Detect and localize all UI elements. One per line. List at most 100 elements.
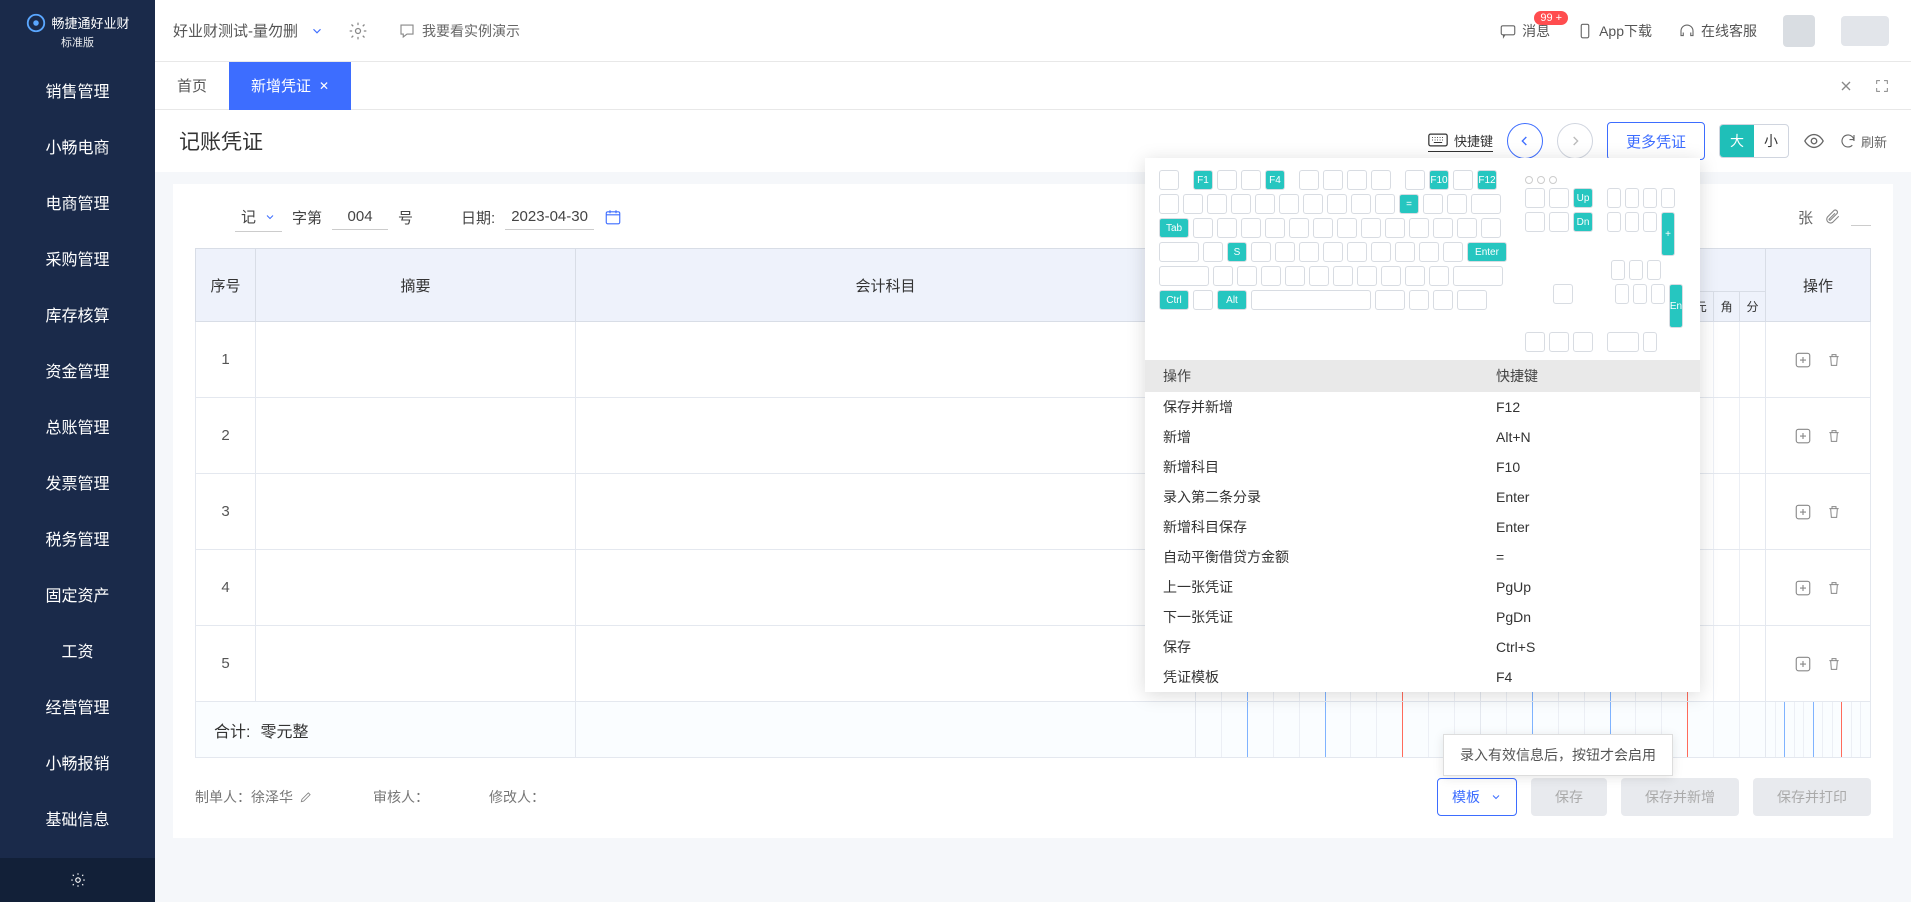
delete-row-icon[interactable] bbox=[1826, 503, 1842, 521]
sidebar-item-6[interactable]: 总账管理 bbox=[0, 398, 155, 454]
attachment-icon[interactable] bbox=[1823, 208, 1841, 226]
delete-row-icon[interactable] bbox=[1826, 351, 1842, 369]
sidebar-item-1[interactable]: 小畅电商 bbox=[0, 118, 155, 174]
chevron-down-icon bbox=[310, 24, 324, 38]
summary-cell[interactable] bbox=[256, 550, 576, 626]
calendar-icon[interactable] bbox=[604, 208, 622, 226]
shortcut-op: 凭证模板 bbox=[1145, 662, 1478, 692]
account-cell[interactable] bbox=[576, 550, 1196, 626]
messages-button[interactable]: 消息 99 + bbox=[1499, 21, 1550, 41]
speech-icon bbox=[398, 22, 416, 40]
summary-cell[interactable] bbox=[256, 474, 576, 550]
sidebar-item-9[interactable]: 固定资产 bbox=[0, 566, 155, 622]
shortcut-key: Enter bbox=[1478, 512, 1700, 542]
more-vouchers-button[interactable]: 更多凭证 bbox=[1607, 122, 1705, 160]
tab-close-icon[interactable]: ✕ bbox=[319, 79, 329, 93]
account-cell[interactable] bbox=[576, 474, 1196, 550]
settings-gear[interactable] bbox=[348, 21, 368, 41]
shortcut-panel: F1F4 F10F12 = Tab SEnter CtrlAlt bbox=[1145, 158, 1700, 692]
size-toggle[interactable]: 大 小 bbox=[1719, 124, 1789, 158]
sidebar-item-8[interactable]: 税务管理 bbox=[0, 510, 155, 566]
sidebar-item-10[interactable]: 工资 bbox=[0, 622, 155, 678]
summary-cell[interactable] bbox=[256, 398, 576, 474]
sidebar-item-11[interactable]: 经营管理 bbox=[0, 678, 155, 734]
shortcut-op: 保存并新增 bbox=[1145, 392, 1478, 422]
sidebar-item-7[interactable]: 发票管理 bbox=[0, 454, 155, 510]
add-row-icon[interactable] bbox=[1794, 579, 1812, 597]
customer-service-button[interactable]: 在线客服 bbox=[1678, 21, 1757, 41]
add-row-icon[interactable] bbox=[1794, 503, 1812, 521]
summary-cell[interactable] bbox=[256, 322, 576, 398]
sidebar-item-2[interactable]: 电商管理 bbox=[0, 174, 155, 230]
prev-voucher-button[interactable] bbox=[1507, 123, 1543, 159]
tab-close-all[interactable] bbox=[1835, 75, 1857, 97]
edit-icon[interactable] bbox=[299, 790, 313, 804]
refresh-button[interactable]: 刷新 bbox=[1839, 132, 1887, 151]
shortcut-row: 下一张凭证PgDn bbox=[1145, 602, 1700, 632]
tab-new-voucher[interactable]: 新增凭证 ✕ bbox=[229, 62, 351, 110]
sidebar-item-12[interactable]: 小畅报销 bbox=[0, 734, 155, 790]
shortcut-op: 保存 bbox=[1145, 632, 1478, 662]
next-voucher-button[interactable] bbox=[1557, 123, 1593, 159]
add-row-icon[interactable] bbox=[1794, 655, 1812, 673]
gear-icon bbox=[69, 871, 87, 889]
page-title: 记账凭证 bbox=[179, 126, 263, 156]
tab-fullscreen[interactable] bbox=[1871, 75, 1893, 97]
shortcut-key: Alt+N bbox=[1478, 422, 1700, 452]
sheet-label: 张 bbox=[1798, 207, 1813, 228]
tab-new-voucher-label: 新增凭证 bbox=[251, 75, 311, 96]
template-button[interactable]: 模板 bbox=[1437, 778, 1517, 816]
voucher-type-value: 记 bbox=[241, 206, 256, 227]
voucher-type-select[interactable]: 记 bbox=[235, 202, 282, 232]
demo-label: 我要看实例演示 bbox=[422, 21, 520, 41]
row-number: 4 bbox=[196, 550, 256, 626]
user-avatar-1[interactable] bbox=[1783, 15, 1815, 47]
shortcut-row: 上一张凭证PgUp bbox=[1145, 572, 1700, 602]
sidebar-item-4[interactable]: 库存核算 bbox=[0, 286, 155, 342]
app-download-label: App下载 bbox=[1599, 21, 1652, 41]
hao-label: 号 bbox=[398, 207, 413, 228]
attachment-count[interactable] bbox=[1851, 208, 1871, 226]
org-selector[interactable]: 好业财测试-量勿删 bbox=[173, 20, 324, 41]
sidebar-item-0[interactable]: 销售管理 bbox=[0, 62, 155, 118]
logo-icon bbox=[25, 12, 47, 34]
account-cell[interactable] bbox=[576, 322, 1196, 398]
row-ops bbox=[1766, 550, 1871, 626]
row-ops bbox=[1766, 398, 1871, 474]
summary-cell[interactable] bbox=[256, 626, 576, 702]
add-row-icon[interactable] bbox=[1794, 427, 1812, 445]
account-cell[interactable] bbox=[576, 626, 1196, 702]
total-label: 合计: bbox=[196, 724, 250, 741]
sidebar-item-13[interactable]: 基础信息 bbox=[0, 790, 155, 846]
sidebar-settings[interactable] bbox=[0, 858, 155, 902]
size-small[interactable]: 小 bbox=[1754, 125, 1788, 157]
demo-link[interactable]: 我要看实例演示 bbox=[398, 21, 520, 41]
shortcut-op: 新增 bbox=[1145, 422, 1478, 452]
voucher-number-input[interactable]: 004 bbox=[332, 204, 388, 230]
template-label: 模板 bbox=[1452, 787, 1480, 807]
sidebar-item-5[interactable]: 资金管理 bbox=[0, 342, 155, 398]
sc-col-key: 快捷键 bbox=[1478, 360, 1700, 392]
sidebar-item-3[interactable]: 采购管理 bbox=[0, 230, 155, 286]
delete-row-icon[interactable] bbox=[1826, 579, 1842, 597]
preview-button[interactable] bbox=[1803, 130, 1825, 152]
shortcut-key: F10 bbox=[1478, 452, 1700, 482]
size-large[interactable]: 大 bbox=[1720, 125, 1754, 157]
voucher-date-input[interactable]: 2023-04-30 bbox=[505, 204, 594, 230]
shortcut-row: 自动平衡借贷方金额= bbox=[1145, 542, 1700, 572]
headset-icon bbox=[1678, 22, 1696, 40]
unit-label: 角 bbox=[1713, 292, 1739, 321]
user-avatar-2[interactable] bbox=[1841, 16, 1889, 46]
row-ops bbox=[1766, 626, 1871, 702]
add-row-icon[interactable] bbox=[1794, 351, 1812, 369]
delete-row-icon[interactable] bbox=[1826, 427, 1842, 445]
shortcut-link[interactable]: 快捷键 bbox=[1428, 131, 1493, 152]
account-cell[interactable] bbox=[576, 398, 1196, 474]
cs-label: 在线客服 bbox=[1701, 21, 1757, 41]
shortcut-op: 上一张凭证 bbox=[1145, 572, 1478, 602]
row-number: 2 bbox=[196, 398, 256, 474]
tab-home[interactable]: 首页 bbox=[155, 62, 229, 110]
app-download-button[interactable]: App下载 bbox=[1576, 21, 1652, 41]
shortcut-row: 录入第二条分录Enter bbox=[1145, 482, 1700, 512]
delete-row-icon[interactable] bbox=[1826, 655, 1842, 673]
